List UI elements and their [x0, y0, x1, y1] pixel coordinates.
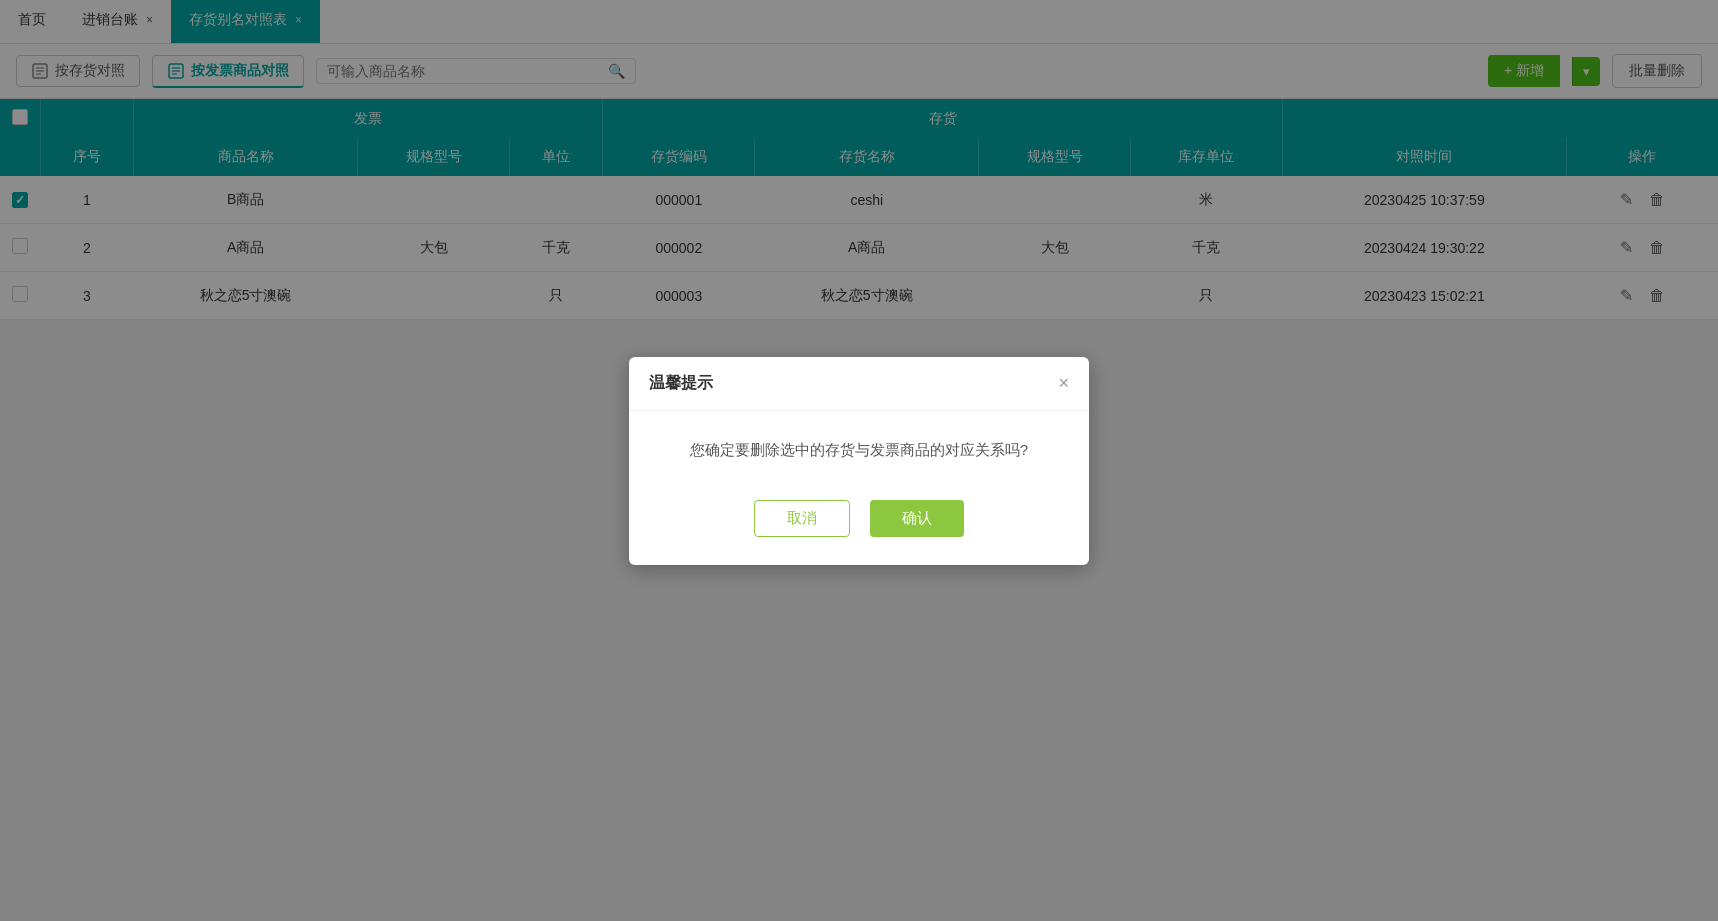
dialog-overlay: 温馨提示 × 您确定要删除选中的存货与发票商品的对应关系吗? 取消 确认	[0, 0, 1718, 320]
